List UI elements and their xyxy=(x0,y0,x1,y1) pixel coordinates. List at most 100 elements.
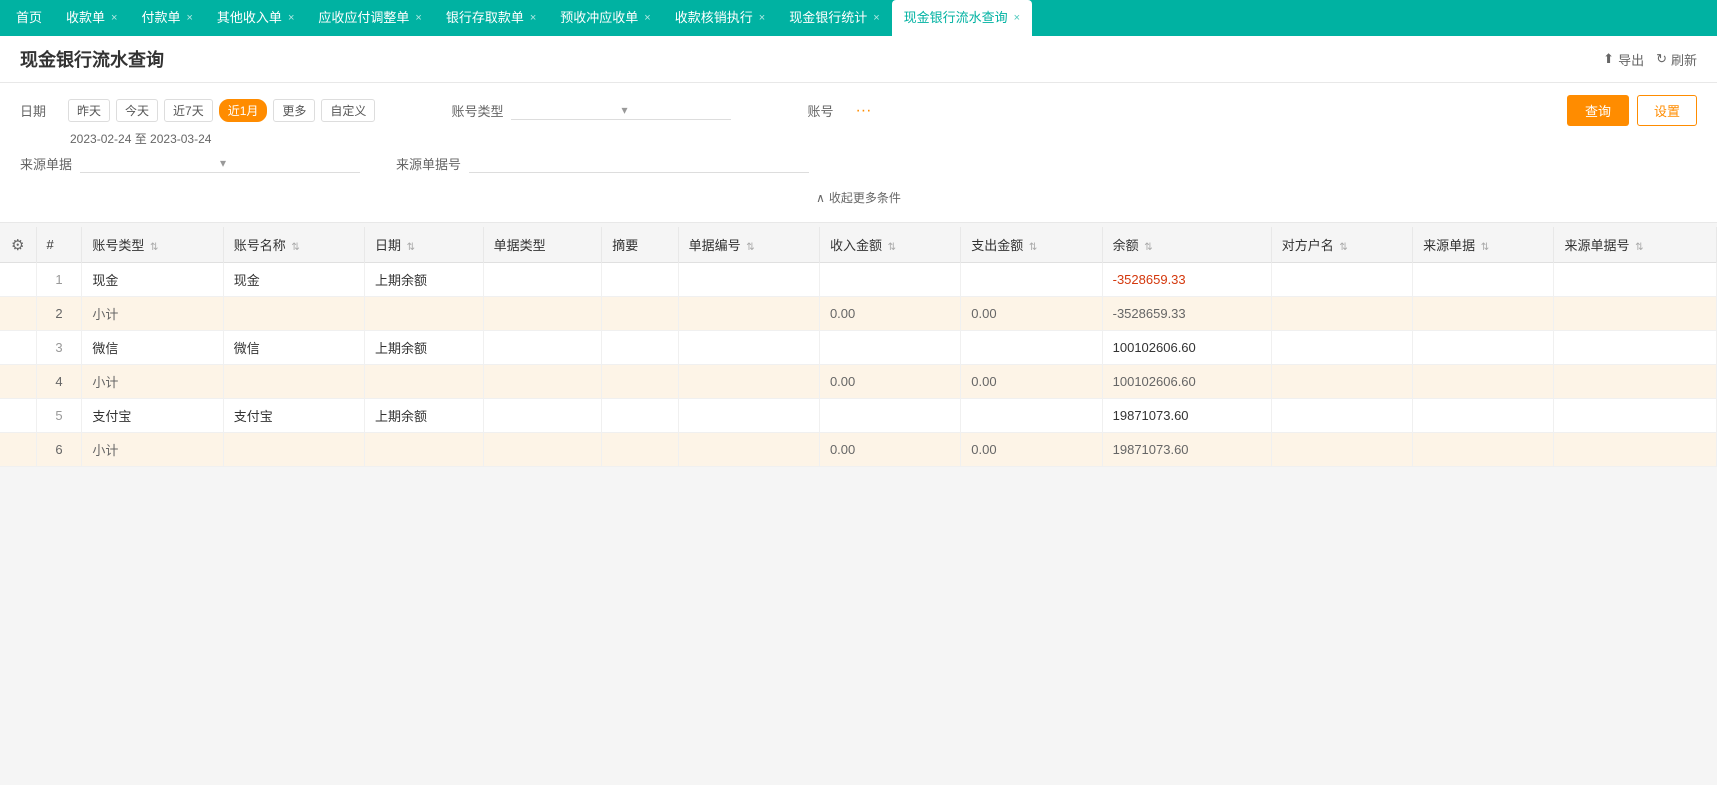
col-summary: 摘要 xyxy=(602,227,678,263)
refresh-button[interactable]: ↻ 刷新 xyxy=(1656,50,1697,69)
close-icon[interactable]: × xyxy=(415,0,421,36)
col-doc-no[interactable]: 单据编号 ⇅ xyxy=(678,227,819,263)
source-doc-label: 来源单据 xyxy=(20,154,72,173)
col-num: # xyxy=(36,227,82,263)
filter-area: 日期 昨天 今天 近7天 近1月 更多 自定义 账号类型 ▾ 账号 ··· xyxy=(0,83,1717,223)
column-settings[interactable]: ⚙ xyxy=(0,227,36,263)
nav-item-receipt[interactable]: 收款单 × xyxy=(54,0,129,36)
close-icon[interactable]: × xyxy=(530,0,536,36)
row-gear xyxy=(0,297,36,331)
source-doc-no-input[interactable] xyxy=(469,153,809,173)
collapse-bar[interactable]: ∧ 收起更多条件 xyxy=(20,183,1697,210)
row-expense: 0.00 xyxy=(961,297,1102,331)
col-source-doc[interactable]: 来源单据 ⇅ xyxy=(1413,227,1554,263)
date-btn-today[interactable]: 今天 xyxy=(116,99,158,122)
nav-item-home[interactable]: 首页 xyxy=(4,0,54,36)
nav-item-cash-bank-stats[interactable]: 现金银行统计 × xyxy=(777,0,891,36)
col-account-type[interactable]: 账号类型 ⇅ xyxy=(82,227,223,263)
account-type-label: 账号类型 xyxy=(451,101,503,120)
row-balance: 19871073.60 xyxy=(1102,433,1271,467)
row-summary xyxy=(602,263,678,297)
col-counterpart[interactable]: 对方户名 ⇅ xyxy=(1271,227,1412,263)
source-doc-filter: 来源单据 ▾ xyxy=(20,154,360,173)
col-date[interactable]: 日期 ⇅ xyxy=(365,227,484,263)
col-source-doc-no[interactable]: 来源单据号 ⇅ xyxy=(1554,227,1717,263)
row-account-type: 小计 xyxy=(82,365,223,399)
row-income: 0.00 xyxy=(819,297,960,331)
row-account-name: 支付宝 xyxy=(223,399,364,433)
row-counterpart xyxy=(1271,331,1412,365)
row-expense xyxy=(961,331,1102,365)
row-account-name: 微信 xyxy=(223,331,364,365)
row-source-doc-no xyxy=(1554,331,1717,365)
account-type-select[interactable]: ▾ xyxy=(511,101,731,120)
row-summary xyxy=(602,399,678,433)
row-date xyxy=(365,365,484,399)
table-row: 2 小计 0.00 0.00 -3528659.33 xyxy=(0,297,1717,331)
close-icon[interactable]: × xyxy=(288,0,294,36)
date-btn-yesterday[interactable]: 昨天 xyxy=(68,99,110,122)
export-button[interactable]: ⬆ 导出 xyxy=(1603,50,1644,69)
close-icon[interactable]: × xyxy=(111,0,117,36)
close-icon[interactable]: × xyxy=(1014,0,1020,36)
row-num: 4 xyxy=(36,365,82,399)
chevron-down-icon: ▾ xyxy=(621,103,727,117)
row-doc-no xyxy=(678,433,819,467)
date-btn-7days[interactable]: 近7天 xyxy=(164,99,213,122)
nav-item-adjustment[interactable]: 应收应付调整单 × xyxy=(306,0,433,36)
row-balance: -3528659.33 xyxy=(1102,297,1271,331)
row-source-doc xyxy=(1413,433,1554,467)
source-doc-no-label: 来源单据号 xyxy=(396,154,461,173)
row-income xyxy=(819,331,960,365)
close-icon[interactable]: × xyxy=(873,0,879,36)
export-icon: ⬆ xyxy=(1603,51,1614,67)
row-counterpart xyxy=(1271,399,1412,433)
row-num: 5 xyxy=(36,399,82,433)
col-expense[interactable]: 支出金额 ⇅ xyxy=(961,227,1102,263)
col-income[interactable]: 收入金额 ⇅ xyxy=(819,227,960,263)
table-row: 4 小计 0.00 0.00 100102606.60 xyxy=(0,365,1717,399)
account-type-filter: 账号类型 ▾ xyxy=(451,101,731,120)
col-doc-type[interactable]: 单据类型 xyxy=(483,227,602,263)
page-header: 现金银行流水查询 ⬆ 导出 ↻ 刷新 xyxy=(0,36,1717,83)
data-table: ⚙ # 账号类型 ⇅ 账号名称 ⇅ 日期 ⇅ 单据类型 摘要 单据编号 ⇅ 收入… xyxy=(0,227,1717,467)
nav-item-collection-exec[interactable]: 收款核销执行 × xyxy=(663,0,777,36)
row-account-type: 现金 xyxy=(82,263,223,297)
date-btn-custom[interactable]: 自定义 xyxy=(321,99,375,122)
nav-item-advance-receipt[interactable]: 预收冲应收单 × xyxy=(548,0,662,36)
nav-item-bank-deposit[interactable]: 银行存取款单 × xyxy=(434,0,548,36)
date-btn-more[interactable]: 更多 xyxy=(273,99,315,122)
row-source-doc-no xyxy=(1554,297,1717,331)
close-icon[interactable]: × xyxy=(186,0,192,36)
date-label: 日期 xyxy=(20,101,60,120)
nav-item-payment[interactable]: 付款单 × xyxy=(129,0,204,36)
chevron-down-icon: ▾ xyxy=(220,156,356,170)
action-buttons: 查询 设置 xyxy=(1567,95,1697,126)
close-icon[interactable]: × xyxy=(759,0,765,36)
date-btn-1month[interactable]: 近1月 xyxy=(219,99,268,122)
row-income: 0.00 xyxy=(819,365,960,399)
table-row: 6 小计 0.00 0.00 19871073.60 xyxy=(0,433,1717,467)
col-account-name[interactable]: 账号名称 ⇅ xyxy=(223,227,364,263)
row-doc-no xyxy=(678,365,819,399)
row-date: 上期余额 xyxy=(365,331,484,365)
gear-icon[interactable]: ⚙ xyxy=(11,237,24,254)
source-doc-select[interactable]: ▾ xyxy=(80,154,360,173)
row-balance: 19871073.60 xyxy=(1102,399,1271,433)
row-account-name xyxy=(223,297,364,331)
settings-button[interactable]: 设置 xyxy=(1637,95,1697,126)
row-source-doc xyxy=(1413,331,1554,365)
row-account-type: 小计 xyxy=(82,297,223,331)
col-balance[interactable]: 余额 ⇅ xyxy=(1102,227,1271,263)
filter-row-1: 日期 昨天 今天 近7天 近1月 更多 自定义 账号类型 ▾ 账号 ··· xyxy=(20,95,1697,126)
page-title: 现金银行流水查询 xyxy=(20,46,164,72)
query-button[interactable]: 查询 xyxy=(1567,95,1629,126)
nav-item-other-income[interactable]: 其他收入单 × xyxy=(205,0,306,36)
row-balance: 100102606.60 xyxy=(1102,331,1271,365)
row-income: 0.00 xyxy=(819,433,960,467)
close-icon[interactable]: × xyxy=(644,0,650,36)
row-account-name xyxy=(223,365,364,399)
row-account-name xyxy=(223,433,364,467)
account-ellipsis[interactable]: ··· xyxy=(855,102,871,120)
nav-item-cash-bank-flow[interactable]: 现金银行流水查询 × xyxy=(892,0,1032,36)
